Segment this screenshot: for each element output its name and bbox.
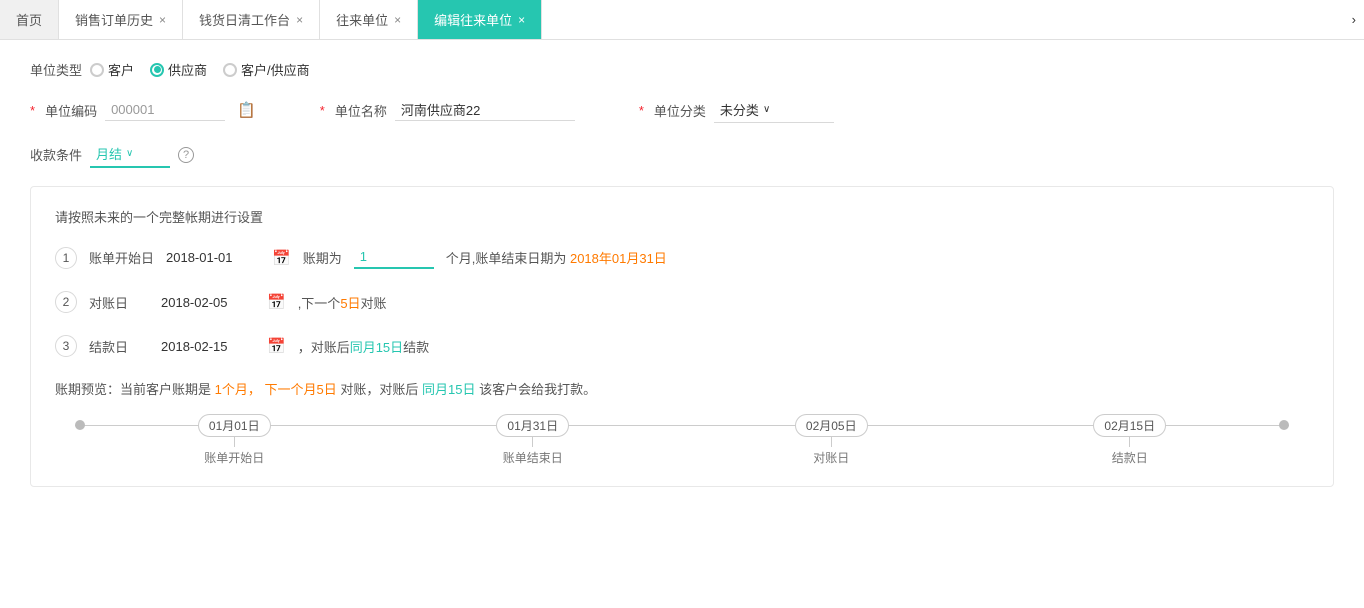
timeline-label-3: 对账日 bbox=[813, 449, 849, 466]
period-end-date-highlight: 2018年01月31日 bbox=[570, 251, 667, 266]
step-1-calendar-icon[interactable]: 📅 bbox=[272, 249, 291, 267]
radio-customer-supplier[interactable]: 客户/供应商 bbox=[223, 60, 310, 79]
timeline-point-4: 02月15日 结款日 bbox=[981, 414, 1280, 466]
preview-reconcile: 下一个月5日 bbox=[265, 382, 337, 397]
unit-category-select[interactable]: 未分类 ∨ bbox=[714, 97, 834, 123]
timeline-container: 01月01日 账单开始日 01月31日 账单结束日 bbox=[55, 414, 1309, 466]
timeline-right-dot bbox=[1279, 420, 1289, 430]
timeline-label-2: 账单结束日 bbox=[503, 449, 563, 466]
tab-home[interactable]: 首页 bbox=[0, 0, 59, 39]
step-2-suffix: ,下一个5日对账 bbox=[298, 293, 387, 312]
unit-category-label: 单位分类 bbox=[654, 101, 706, 120]
tab-edit-associated-units-label: 编辑往来单位 bbox=[434, 10, 512, 29]
radio-customer[interactable]: 客户 bbox=[90, 60, 134, 79]
tab-more-button[interactable]: › bbox=[1344, 0, 1364, 39]
step-1-period-unit: 个月,账单结束日期为 2018年01月31日 bbox=[446, 248, 667, 267]
step-1-number: 1 bbox=[55, 247, 77, 269]
tab-associated-units[interactable]: 往来单位 × bbox=[320, 0, 418, 39]
timeline-point-1: 01月01日 账单开始日 bbox=[85, 414, 384, 466]
unit-category-value: 未分类 bbox=[720, 100, 759, 119]
unit-info-row: * 单位编码 📋 * 单位名称 * 单位分类 未分类 ∨ bbox=[30, 97, 1334, 123]
step-1-date: 2018-01-01 bbox=[166, 250, 256, 265]
unit-code-field: * 单位编码 📋 bbox=[30, 99, 256, 121]
payment-terms-chevron-icon: ∨ bbox=[126, 148, 133, 159]
unit-category-field: * 单位分类 未分类 ∨ bbox=[639, 97, 834, 123]
tab-home-label: 首页 bbox=[16, 10, 42, 29]
unit-type-row: 单位类型 客户 供应商 客户/供应商 bbox=[30, 60, 1334, 79]
step-3-calendar-icon[interactable]: 📅 bbox=[267, 337, 286, 355]
unit-name-label: 单位名称 bbox=[335, 101, 387, 120]
close-cash-goods-workbench-icon[interactable]: × bbox=[296, 13, 303, 27]
unit-type-field: 单位类型 客户 供应商 客户/供应商 bbox=[30, 60, 310, 79]
tab-sales-order-history-label: 销售订单历史 bbox=[75, 10, 153, 29]
unit-type-label: 单位类型 bbox=[30, 60, 82, 79]
tab-edit-associated-units[interactable]: 编辑往来单位 × bbox=[418, 0, 542, 39]
unit-name-field: * 单位名称 bbox=[320, 99, 575, 121]
tab-sales-order-history[interactable]: 销售订单历史 × bbox=[59, 0, 183, 39]
step-2-label: 对账日 bbox=[89, 293, 149, 312]
radio-customer-supplier-label: 客户/供应商 bbox=[241, 60, 310, 79]
radio-supplier-label: 供应商 bbox=[168, 60, 207, 79]
timeline-chip-2: 01月31日 bbox=[496, 414, 569, 437]
payment-terms-value: 月结 bbox=[96, 144, 122, 163]
unit-category-chevron-icon: ∨ bbox=[763, 104, 770, 115]
unit-code-required-star: * bbox=[30, 103, 35, 118]
tab-cash-goods-workbench-label: 钱货日清工作台 bbox=[199, 10, 290, 29]
preview-1month: 1个月， bbox=[215, 382, 261, 397]
step-3-date: 2018-02-15 bbox=[161, 339, 251, 354]
main-content: 单位类型 客户 供应商 客户/供应商 * 单位编码 bbox=[0, 40, 1364, 608]
tab-bar: 首页 销售订单历史 × 钱货日清工作台 × 往来单位 × 编辑往来单位 × › bbox=[0, 0, 1364, 40]
period-preview-text: 账期预览：当前客户账期是 1个月， 下一个月5日 对账，对账后 同月15日 该客… bbox=[55, 379, 1309, 398]
tab-associated-units-label: 往来单位 bbox=[336, 10, 388, 29]
payment-terms-select[interactable]: 月结 ∨ bbox=[90, 141, 170, 168]
unit-code-copy-icon[interactable]: 📋 bbox=[237, 101, 256, 119]
close-edit-associated-units-icon[interactable]: × bbox=[518, 13, 525, 27]
timeline-chip-4: 02月15日 bbox=[1093, 414, 1166, 437]
payment-terms-help-icon[interactable]: ? bbox=[178, 147, 194, 163]
timeline-label-4: 结款日 bbox=[1112, 449, 1148, 466]
timeline-point-2: 01月31日 账单结束日 bbox=[384, 414, 683, 466]
panel-title: 请按照未来的一个完整帐期进行设置 bbox=[55, 207, 1309, 226]
unit-name-input[interactable] bbox=[395, 99, 575, 121]
step-2-date: 2018-02-05 bbox=[161, 295, 251, 310]
radio-supplier[interactable]: 供应商 bbox=[150, 60, 207, 79]
radio-customer-label: 客户 bbox=[108, 60, 134, 79]
step-1-suffix: 账期为 bbox=[303, 248, 342, 267]
step-2-calendar-icon[interactable]: 📅 bbox=[267, 293, 286, 311]
step-3-number: 3 bbox=[55, 335, 77, 357]
timeline-chip-1: 01月01日 bbox=[198, 414, 271, 437]
timeline-left-dot bbox=[75, 420, 85, 430]
timeline-point-3: 02月05日 对账日 bbox=[682, 414, 981, 466]
step-3-label: 结款日 bbox=[89, 337, 149, 356]
unit-name-required-star: * bbox=[320, 103, 325, 118]
period-value-input[interactable] bbox=[354, 246, 434, 269]
radio-customer-circle bbox=[90, 63, 104, 77]
step-1-label: 账单开始日 bbox=[89, 248, 154, 267]
unit-code-label: 单位编码 bbox=[45, 101, 97, 120]
payment-terms-field: 收款条件 月结 ∨ ? bbox=[30, 141, 194, 168]
step-2-row: 2 对账日 2018-02-05 📅 ,下一个5日对账 bbox=[55, 291, 1309, 313]
step-1-row: 1 账单开始日 2018-01-01 📅 账期为 个月,账单结束日期为 2018… bbox=[55, 246, 1309, 269]
preview-payment: 同月15日 bbox=[422, 382, 475, 397]
radio-customer-supplier-circle bbox=[223, 63, 237, 77]
close-sales-order-history-icon[interactable]: × bbox=[159, 13, 166, 27]
step-2-highlight: 5日 bbox=[340, 296, 360, 311]
payment-terms-label: 收款条件 bbox=[30, 145, 82, 164]
tab-cash-goods-workbench[interactable]: 钱货日清工作台 × bbox=[183, 0, 320, 39]
timeline-label-1: 账单开始日 bbox=[204, 449, 264, 466]
period-settings-panel: 请按照未来的一个完整帐期进行设置 1 账单开始日 2018-01-01 📅 账期… bbox=[30, 186, 1334, 487]
step-3-highlight: 同月15日 bbox=[350, 340, 403, 355]
unit-category-required-star: * bbox=[639, 103, 644, 118]
step-2-number: 2 bbox=[55, 291, 77, 313]
tab-chevron-icon: › bbox=[1352, 12, 1356, 27]
unit-type-radio-group: 客户 供应商 客户/供应商 bbox=[90, 60, 310, 79]
timeline-chip-3: 02月05日 bbox=[795, 414, 868, 437]
step-3-row: 3 结款日 2018-02-15 📅 ，对账后同月15日结款 bbox=[55, 335, 1309, 357]
close-associated-units-icon[interactable]: × bbox=[394, 13, 401, 27]
radio-supplier-circle bbox=[150, 63, 164, 77]
step-3-suffix: ，对账后同月15日结款 bbox=[298, 337, 430, 356]
payment-terms-row: 收款条件 月结 ∨ ? bbox=[30, 141, 1334, 168]
unit-code-input[interactable] bbox=[105, 99, 225, 121]
